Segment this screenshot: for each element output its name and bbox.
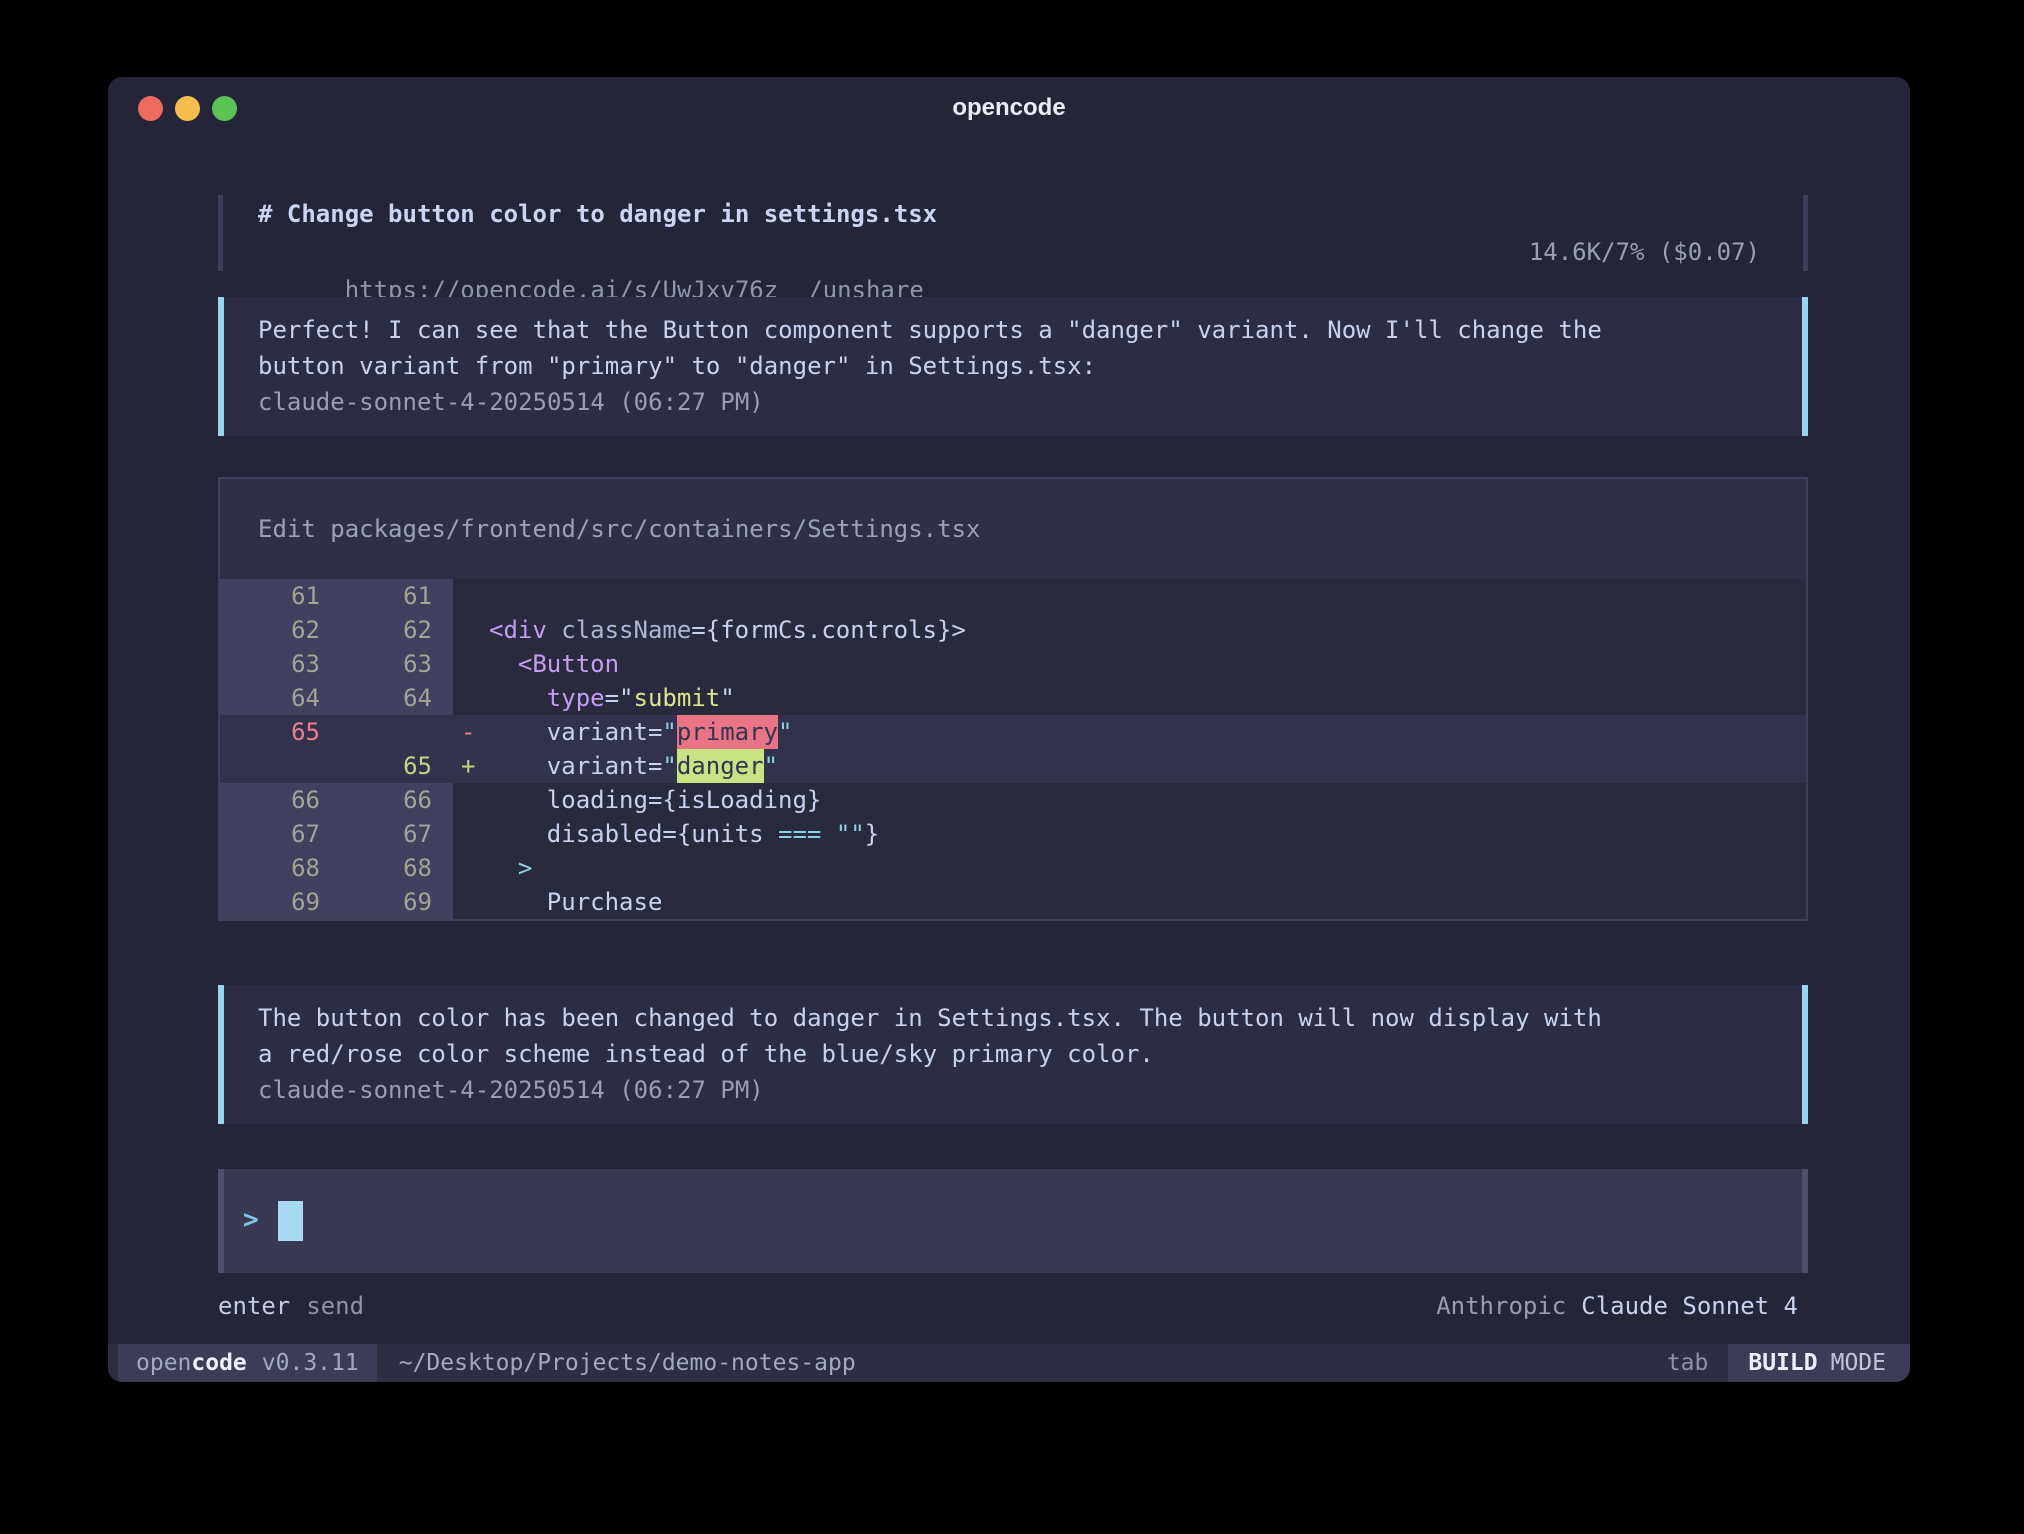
message-text-line: Perfect! I can see that the Button compo… bbox=[258, 312, 1808, 348]
tab-key-hint: tab bbox=[1667, 1350, 1709, 1376]
provider-label: Anthropic bbox=[1436, 1292, 1566, 1320]
session-title: # Change button color to danger in setti… bbox=[258, 195, 1808, 233]
input-left-border bbox=[218, 1169, 224, 1273]
session-header: # Change button color to danger in setti… bbox=[218, 195, 1808, 271]
message-text-line: The button color has been changed to dan… bbox=[258, 1000, 1808, 1036]
text-cursor bbox=[278, 1201, 303, 1241]
working-directory: ~/Desktop/Projects/demo-notes-app bbox=[399, 1350, 856, 1376]
app-version-chip: opencode v0.3.11 bbox=[118, 1344, 377, 1382]
diff-row: 6969 Purchase bbox=[220, 885, 1806, 919]
desktop-background: { "window": { "title": "opencode" }, "se… bbox=[0, 0, 2024, 1534]
diff-row: 6464 type="submit" bbox=[220, 681, 1806, 715]
edit-tool-title: Edit packages/frontend/src/containers/Se… bbox=[220, 479, 1806, 579]
prompt-symbol: > bbox=[243, 1200, 259, 1240]
send-action-label: send bbox=[306, 1292, 364, 1320]
window-titlebar: opencode bbox=[108, 77, 1910, 139]
diff-row: 65+ variant="danger" bbox=[220, 749, 1806, 783]
diff-row: 6666 loading={isLoading} bbox=[220, 783, 1806, 817]
prompt-input[interactable]: > bbox=[218, 1169, 1808, 1273]
message-left-accent-bar bbox=[218, 985, 224, 1124]
message-left-accent-bar bbox=[218, 297, 224, 436]
send-hint: enter send bbox=[218, 1291, 364, 1321]
input-right-border bbox=[1802, 1169, 1808, 1273]
diff-row: 6868 > bbox=[220, 851, 1806, 885]
diff-row: 6767 disabled={units === ""} bbox=[220, 817, 1806, 851]
opencode-window: opencode # Change button color to danger… bbox=[108, 77, 1910, 1382]
window-close-button[interactable] bbox=[138, 96, 163, 121]
diff-row: 65- variant="primary" bbox=[220, 715, 1806, 749]
message-right-accent-bar bbox=[1802, 985, 1808, 1124]
message-right-accent-bar bbox=[1802, 297, 1808, 436]
diff-row: 6161 bbox=[220, 579, 1806, 613]
status-bar-right: tab BUILD MODE bbox=[1667, 1344, 1910, 1382]
app-name-normal: open bbox=[136, 1350, 191, 1376]
input-footer: enter send Anthropic Claude Sonnet 4 bbox=[218, 1291, 1798, 1321]
model-label: Claude Sonnet 4 bbox=[1581, 1292, 1798, 1320]
window-zoom-button[interactable] bbox=[212, 96, 237, 121]
header-left-border bbox=[218, 195, 223, 271]
enter-key-hint: enter bbox=[218, 1292, 290, 1320]
diff-view: 61616262<div className={formCs.controls}… bbox=[220, 579, 1806, 919]
mode-name: BUILD bbox=[1748, 1350, 1817, 1376]
mode-chip: BUILD MODE bbox=[1728, 1344, 1910, 1382]
message-model-meta: claude-sonnet-4-20250514 (06:27 PM) bbox=[258, 1072, 1808, 1108]
assistant-message-2: The button color has been changed to dan… bbox=[218, 985, 1808, 1124]
edit-tool-card: Edit packages/frontend/src/containers/Se… bbox=[218, 477, 1808, 921]
assistant-message-1: Perfect! I can see that the Button compo… bbox=[218, 297, 1808, 436]
model-indicator: Anthropic Claude Sonnet 4 bbox=[1436, 1291, 1798, 1321]
mode-suffix: MODE bbox=[1831, 1350, 1886, 1376]
diff-row: 6363 <Button bbox=[220, 647, 1806, 681]
header-right-border bbox=[1803, 195, 1808, 271]
status-bar: opencode v0.3.11 ~/Desktop/Projects/demo-… bbox=[108, 1344, 1910, 1382]
window-title: opencode bbox=[108, 94, 1910, 122]
app-name-bold: code bbox=[191, 1350, 246, 1376]
diff-row: 6262<div className={formCs.controls}> bbox=[220, 613, 1806, 647]
app-version: v0.3.11 bbox=[262, 1350, 359, 1376]
traffic-lights bbox=[138, 77, 237, 139]
window-minimize-button[interactable] bbox=[175, 96, 200, 121]
message-model-meta: claude-sonnet-4-20250514 (06:27 PM) bbox=[258, 384, 1808, 420]
message-text-line: a red/rose color scheme instead of the b… bbox=[258, 1036, 1808, 1072]
message-text-line: button variant from "primary" to "danger… bbox=[258, 348, 1808, 384]
context-stats: 14.6K/7% ($0.07) bbox=[1529, 233, 1760, 271]
